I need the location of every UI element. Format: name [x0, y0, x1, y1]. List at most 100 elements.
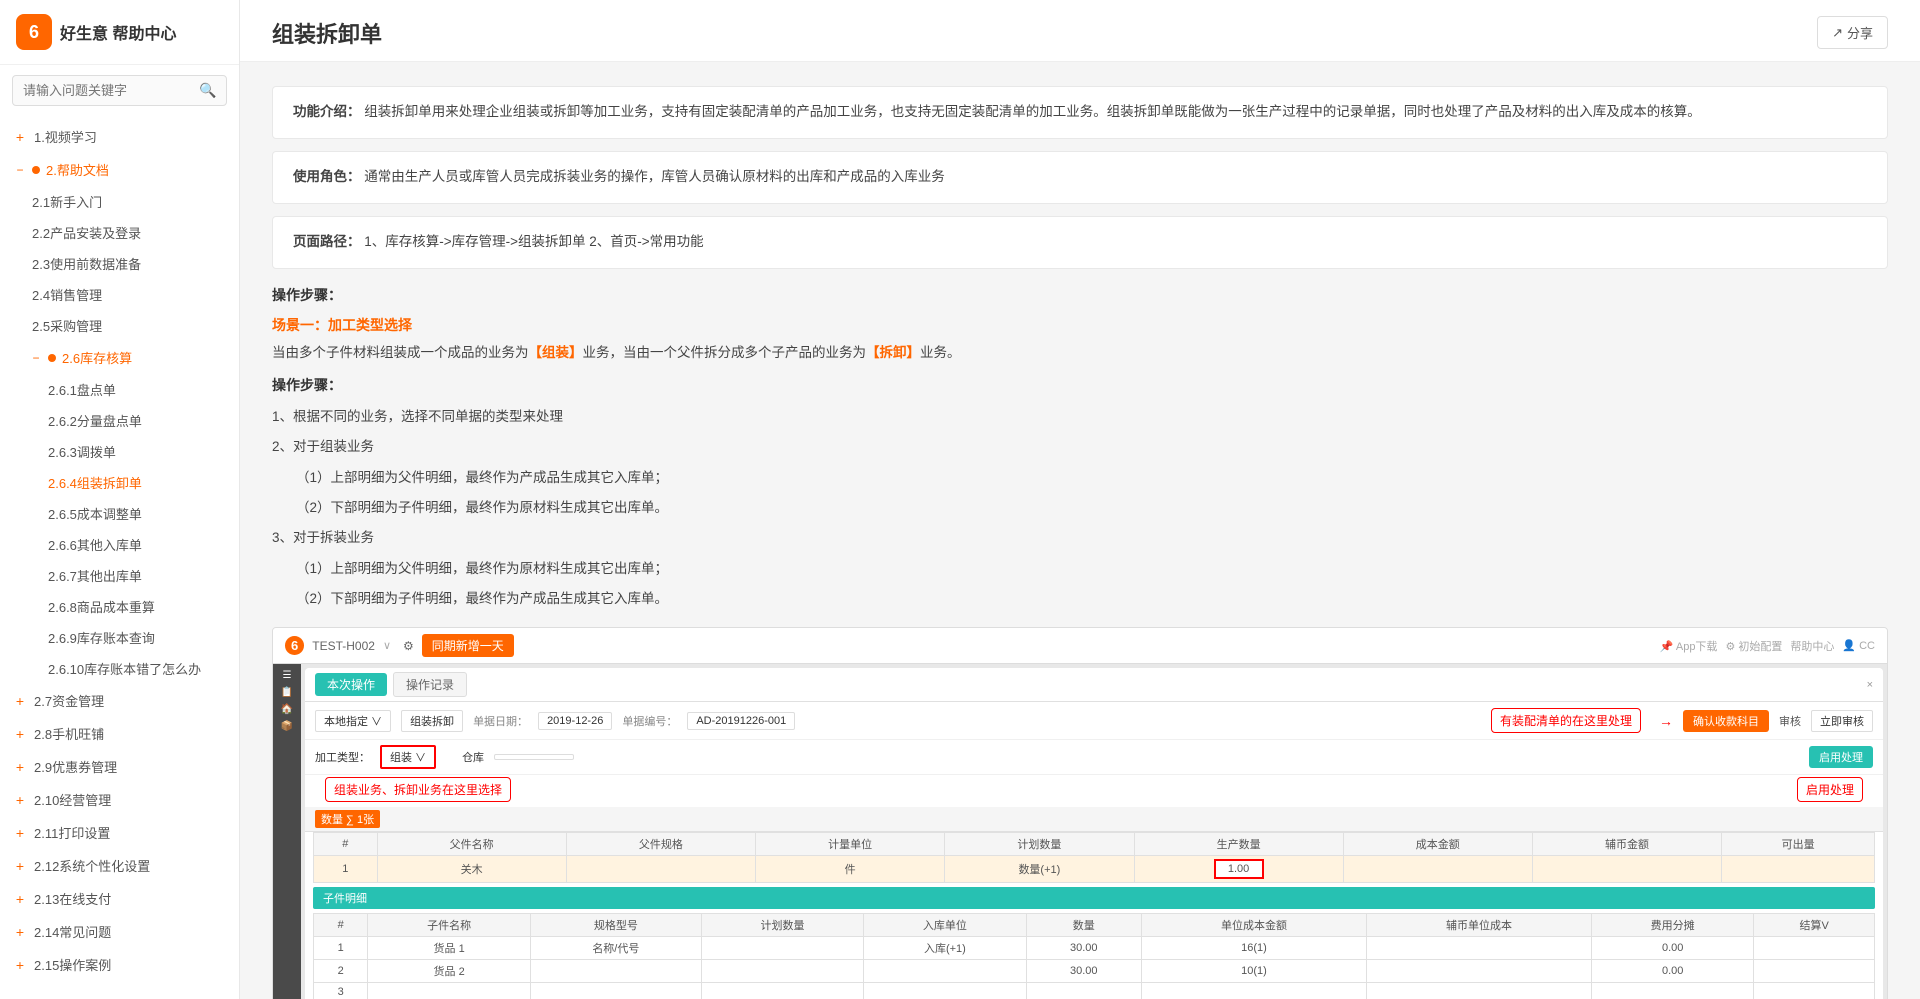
- annotation2: 组装业务、拆卸业务在这里选择: [325, 777, 511, 802]
- sub-item-label: 2.6.5成本调整单: [48, 504, 142, 523]
- sidebar-item-finance[interactable]: + 2.7资金管理: [0, 684, 239, 717]
- ops-section: 操作步骤： 场景一：加工类型选择 当由多个子件材料组装成一个成品的业务为【组装】…: [272, 285, 1888, 611]
- path-card: 页面路径： 1、库存核算->库存管理->组装拆卸单 2、首页->常用功能: [272, 216, 1888, 269]
- sidebar-item-label: 1.视频学习: [34, 127, 97, 146]
- sidebar-item-coupon[interactable]: + 2.9优惠券管理: [0, 750, 239, 783]
- sidebar-item-ops[interactable]: + 2.10经营管理: [0, 783, 239, 816]
- sidebar-item-partial-count[interactable]: 2.6.2分量盘点单: [0, 405, 239, 436]
- td-parent-name: 关木: [377, 856, 566, 883]
- sc-process-btn[interactable]: 启用处理: [1809, 746, 1873, 768]
- sc-tab2[interactable]: 操作记录: [393, 672, 467, 697]
- sidebar-item-mobile[interactable]: + 2.8手机旺铺: [0, 717, 239, 750]
- plus-icon: +: [12, 957, 28, 973]
- search-input[interactable]: [23, 83, 199, 98]
- sidebar-item-other-in[interactable]: 2.6.6其他入库单: [0, 529, 239, 560]
- sidebar-item-purchase[interactable]: 2.5采购管理: [0, 310, 239, 341]
- sidebar-item-print[interactable]: + 2.11打印设置: [0, 816, 239, 849]
- sidebar-item-faq[interactable]: + 2.14常见问题: [0, 915, 239, 948]
- sc-lower-section: 子件明细: [313, 887, 1875, 909]
- sidebar-item-label: 2.14常见问题: [34, 922, 111, 941]
- th-cost: 成本金额: [1343, 833, 1532, 856]
- sc-section-badge: 数量 ∑ 1张: [315, 810, 380, 828]
- sidebar-item-stock-book[interactable]: 2.6.9库存账本查询: [0, 622, 239, 653]
- screenshot-inner: 6 TEST-H002 ∨ ⚙ 同期新增一天 📌 App下载 ⚙ 初始配置 帮助…: [273, 628, 1887, 999]
- td-qty-val: 30.00: [1026, 960, 1141, 983]
- sidebar-item-install[interactable]: 2.2产品安装及登录: [0, 217, 239, 248]
- td-settle-val: [1754, 960, 1875, 983]
- th-parent-spec: 父件规格: [566, 833, 755, 856]
- sidebar-item-other-out[interactable]: 2.6.7其他出库单: [0, 560, 239, 591]
- sidebar-item-personalize[interactable]: + 2.12系统个性化设置: [0, 849, 239, 882]
- sidebar-item-adjust[interactable]: 2.6.3调拨单: [0, 436, 239, 467]
- path-text: 1、库存核算->库存管理->组装拆卸单 2、首页->常用功能: [364, 234, 703, 249]
- th-child-name: 子件名称: [368, 914, 530, 937]
- sc-field1-value[interactable]: 组装 ∨: [380, 745, 436, 769]
- sidebar-item-inventory[interactable]: − 2.6库存核算: [0, 341, 239, 374]
- step2-sub1: （1）上部明细为父件明细，最终作为产成品生成其它入库单；: [296, 466, 1888, 490]
- path-label: 页面路径：: [293, 234, 361, 249]
- sc-tab-active[interactable]: 本次操作: [315, 673, 387, 696]
- sidebar-item-cases[interactable]: + 2.15操作案例: [0, 948, 239, 981]
- sc-form-header: 本地指定 ∨ 组装拆卸 单据日期： 2019-12-26 单据编号： AD-20…: [305, 702, 1883, 740]
- th-parent-name: 父件名称: [377, 833, 566, 856]
- sc-approve-btn[interactable]: 立即审核: [1811, 710, 1873, 732]
- td-child-spec: [530, 960, 701, 983]
- sc-lower-table-container: # 子件名称 规格型号 计划数量 入库单位 数量 单位成本金额 辅币单位成本 费: [313, 913, 1875, 999]
- sidebar-item-cost-calc[interactable]: 2.6.8商品成本重算: [0, 591, 239, 622]
- sc-window-titlebar: 本次操作 操作记录 ×: [305, 668, 1883, 702]
- minus-icon: −: [28, 350, 44, 366]
- td-alloc-val: 0.00: [1592, 937, 1754, 960]
- annotation1: 有装配清单的在这里处理: [1491, 708, 1641, 733]
- sidebar-item-label: 2.15操作案例: [34, 955, 111, 974]
- brand-name: 好生意 帮助中心: [60, 20, 176, 44]
- share-button[interactable]: ↗ 分享: [1817, 16, 1888, 49]
- td-plan-qty: 数量(+1): [945, 856, 1134, 883]
- td-prod-qty: 1.00: [1134, 856, 1343, 883]
- search-box[interactable]: 🔍: [12, 75, 227, 106]
- step3-sub1: （1）上部明细为父件明细，最终作为原材料生成其它出库单；: [296, 557, 1888, 581]
- sidebar-item-data-prep[interactable]: 2.3使用前数据准备: [0, 248, 239, 279]
- sc-new-btn[interactable]: 同期新增一天: [422, 634, 514, 657]
- sub-item-label: 2.6.6其他入库单: [48, 535, 142, 554]
- step3-sub2: （2）下部明细为子件明细，最终作为产成品生成其它入库单。: [296, 587, 1888, 611]
- sidebar-item-sales[interactable]: 2.4销售管理: [0, 279, 239, 310]
- sc-form-type2: 组装拆卸: [401, 710, 463, 732]
- sub-item-label: 2.4销售管理: [32, 285, 102, 304]
- td-in-unit: [864, 960, 1026, 983]
- td-available: [1722, 856, 1875, 883]
- sidebar-item-pay[interactable]: + 2.13在线支付: [0, 882, 239, 915]
- sc-confirm-btn[interactable]: 确认收款科目: [1683, 710, 1769, 732]
- sub-item-label: 2.6.1盘点单: [48, 380, 116, 399]
- sub-item-label: 2.3使用前数据准备: [32, 254, 141, 273]
- th-sub-num: #: [314, 914, 368, 937]
- th-available: 可出量: [1722, 833, 1875, 856]
- sidebar-item-newcomer[interactable]: 2.1新手入门: [0, 186, 239, 217]
- th-plan-qty: 计划数量: [945, 833, 1134, 856]
- share-icon: ↗: [1832, 25, 1843, 41]
- sidebar-item-label: 2.11打印设置: [34, 823, 110, 842]
- sidebar-item-count[interactable]: 2.6.1盘点单: [0, 374, 239, 405]
- table-row: 3: [314, 983, 1875, 999]
- sidebar-item-assemble[interactable]: 2.6.4组装拆卸单: [0, 467, 239, 498]
- plus-icon: +: [12, 726, 28, 742]
- search-icon: 🔍: [199, 82, 216, 99]
- scene1-desc: 当由多个子件材料组装成一个成品的业务为【组装】业务，当由一个父件拆分成多个子产品…: [272, 341, 1888, 365]
- sub-item-label: 2.6.7其他出库单: [48, 566, 142, 585]
- main-content: 组装拆卸单 ↗ 分享 功能介绍： 组装拆卸单用来处理企业组装或拆卸等加工业务，支…: [240, 0, 1920, 999]
- sub-item-label: 2.6.3调拨单: [48, 442, 116, 461]
- sidebar-item-cost-adjust[interactable]: 2.6.5成本调整单: [0, 498, 239, 529]
- sidebar-item-docs[interactable]: − 2.帮助文档: [0, 153, 239, 186]
- prod-qty-input[interactable]: 1.00: [1214, 859, 1264, 879]
- sidebar-item-label: 2.8手机旺铺: [34, 724, 104, 743]
- sc-field2-input[interactable]: [494, 754, 574, 760]
- logo-icon: 6: [16, 14, 52, 50]
- sc-topbar: 6 TEST-H002 ∨ ⚙ 同期新增一天 📌 App下载 ⚙ 初始配置 帮助…: [273, 628, 1887, 664]
- sidebar-header: 6 好生意 帮助中心: [0, 0, 239, 65]
- sidebar-item-stock-err[interactable]: 2.6.10库存账本错了怎么办: [0, 653, 239, 684]
- sidebar-item-video[interactable]: + 1.视频学习: [0, 120, 239, 153]
- td-unit-cost-val: 16(1): [1142, 937, 1367, 960]
- sc-field2-label: 仓库: [462, 749, 484, 765]
- table-row: 2 货品 2 30.00 10(1) 0.00: [314, 960, 1875, 983]
- td-sub-cost: [1532, 856, 1721, 883]
- sc-upper-table-container: # 父件名称 父件规格 计量单位 计划数量 生产数量 成本金额 辅币金额 可出量: [313, 832, 1875, 883]
